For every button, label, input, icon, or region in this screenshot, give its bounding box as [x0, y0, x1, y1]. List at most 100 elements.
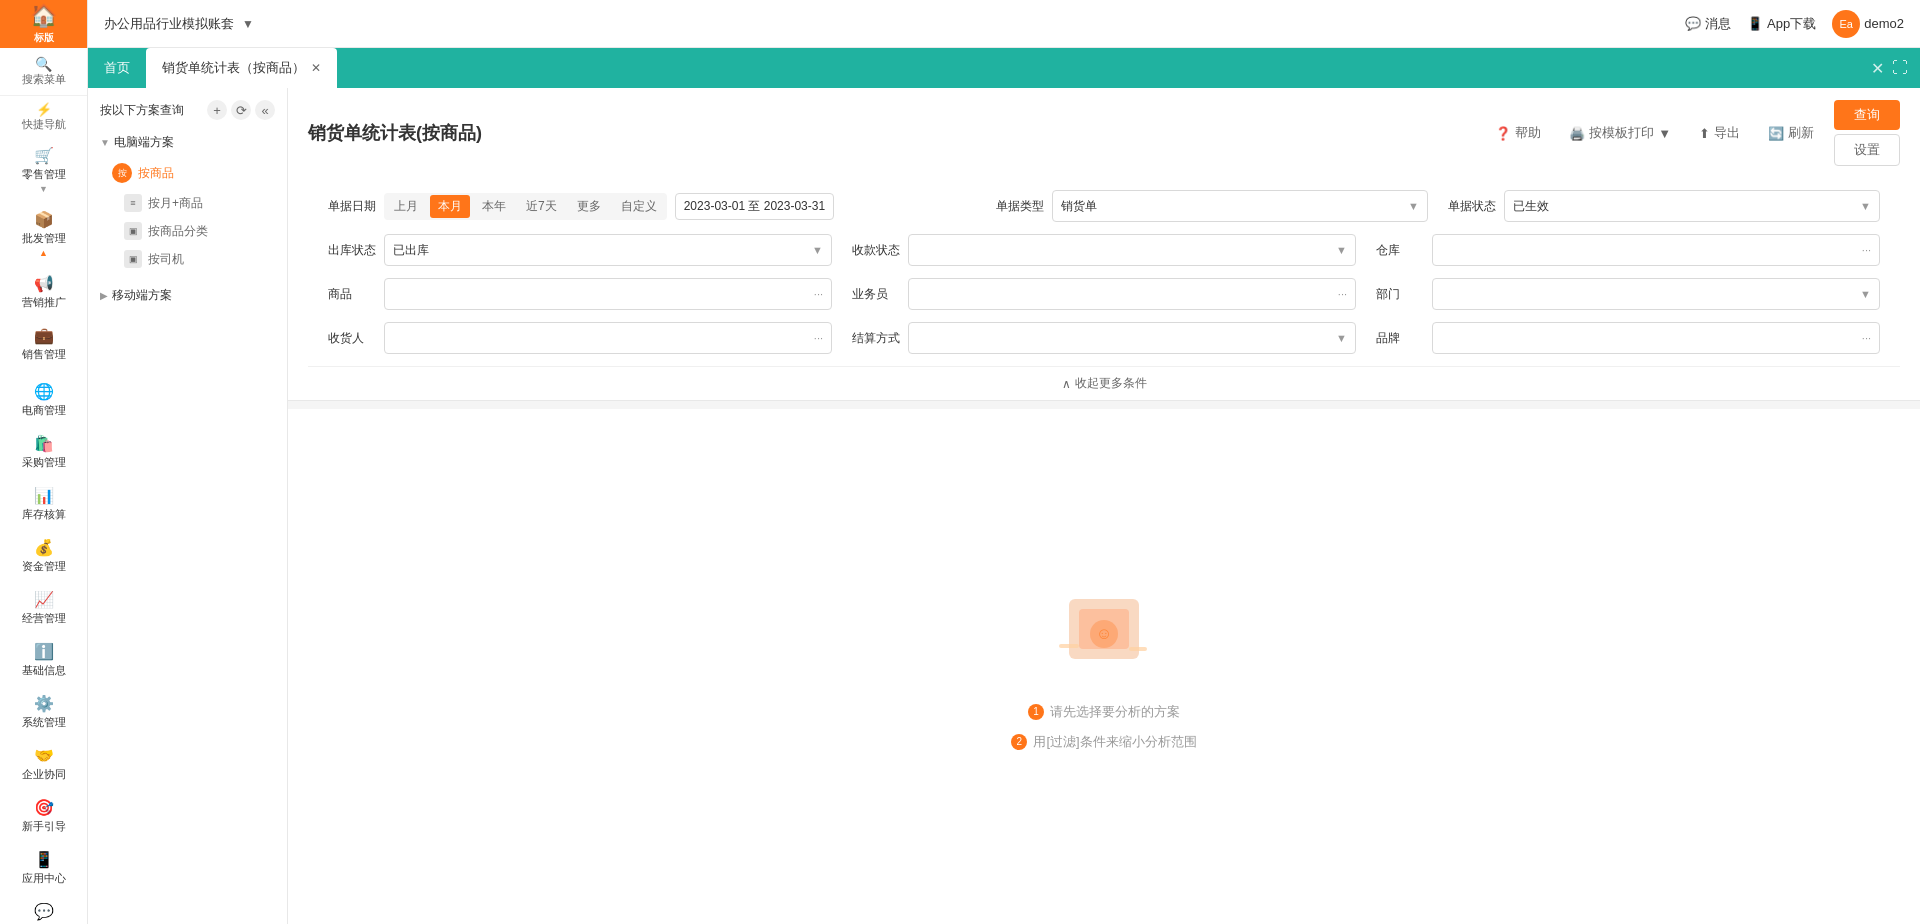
sidebar-item-appcenter[interactable]: 📱 应用中心 — [0, 842, 87, 894]
search-menu-item[interactable]: 🔍 搜索菜单 — [0, 48, 87, 96]
right-panel: 销货单统计表(按商品) ❓ 帮助 🖨️ 按模板打印 ▼ ⬆ — [288, 88, 1920, 924]
refresh-btn[interactable]: 🔄 刷新 — [1760, 120, 1822, 146]
collapse-conditions-btn[interactable]: ∧ 收起更多条件 — [1062, 375, 1147, 392]
sidebar-item-ecommerce[interactable]: 🌐 电商管理 — [0, 374, 87, 426]
filter-doc-status: 单据状态 已生效 ▼ — [1448, 190, 1880, 222]
appcenter-label: 应用中心 — [22, 871, 66, 886]
sidebar-item-marketing[interactable]: 📢 营销推广 — [0, 266, 87, 318]
minimize-icon[interactable]: ✕ — [1871, 59, 1884, 78]
sidebar-item-operations[interactable]: 📈 经营管理 — [0, 582, 87, 634]
maximize-icon[interactable]: ⛶ — [1892, 59, 1908, 77]
collapse-chevron-icon: ∧ — [1062, 377, 1071, 391]
date-range-input[interactable]: 2023-03-01 至 2023-03-31 — [675, 193, 834, 220]
home-tab-label: 首页 — [104, 59, 130, 77]
corpwechat-icon: 💬 — [34, 902, 54, 921]
sidebar-item-sales[interactable]: 💼 销售管理 — [0, 318, 87, 370]
settings-btn[interactable]: 设置 — [1834, 134, 1900, 166]
tree-item-by-goods-category[interactable]: ▣ 按商品分类 — [88, 217, 287, 245]
sidebar-item-finance[interactable]: 💰 资金管理 — [0, 530, 87, 582]
system-label: 系统管理 — [22, 715, 66, 730]
tree-item-by-cashier[interactable]: ▣ 按司机 — [88, 245, 287, 273]
help-label: 帮助 — [1515, 124, 1541, 142]
user-menu[interactable]: Ea demo2 — [1832, 10, 1904, 38]
recipient-select[interactable]: ··· — [384, 322, 832, 354]
tree-item-by-goods[interactable]: 按 按商品 — [88, 157, 287, 189]
sidebar-item-retail[interactable]: 🛒 零售管理 ▼ — [0, 138, 87, 202]
topbar-right: 💬 消息 📱 App下载 Ea demo2 — [1685, 10, 1904, 38]
sidebar-item-wholesale[interactable]: 📦 批发管理 ▲ — [0, 202, 87, 266]
export-icon: ⬆ — [1699, 126, 1710, 141]
department-select[interactable]: ▼ — [1432, 278, 1880, 310]
collapse-panel-btn[interactable]: « — [255, 100, 275, 120]
sidebar-item-corpwechat[interactable]: 💬 企业微信 — [0, 894, 87, 924]
empty-illustration: ☺ — [1044, 579, 1164, 683]
filter-department: 部门 ▼ — [1376, 278, 1880, 310]
sidebar-item-enterprise[interactable]: 🤝 企业协同 — [0, 738, 87, 790]
sidebar-item-system[interactable]: ⚙️ 系统管理 — [0, 686, 87, 738]
sidebar-item-purchase[interactable]: 🛍️ 采购管理 — [0, 426, 87, 478]
purchase-icon: 🛍️ — [34, 434, 54, 453]
tree-pc-section[interactable]: ▼ 电脑端方案 — [88, 128, 287, 157]
receipt-status-select[interactable]: ▼ — [908, 234, 1356, 266]
date-tab-more[interactable]: 更多 — [569, 195, 609, 218]
goods-select[interactable]: ··· — [384, 278, 832, 310]
export-btn[interactable]: ⬆ 导出 — [1691, 120, 1748, 146]
inventory-label: 库存核算 — [22, 507, 66, 522]
sidebar-item-newbie[interactable]: 🎯 新手引导 — [0, 790, 87, 842]
brand-select[interactable]: ··· — [1432, 322, 1880, 354]
sales-stats-tab-label: 销货单统计表（按商品） — [162, 59, 305, 77]
sales-label: 销售管理 — [22, 347, 66, 362]
message-btn[interactable]: 💬 消息 — [1685, 15, 1731, 33]
settlement-select[interactable]: ▼ — [908, 322, 1356, 354]
add-scheme-btn[interactable]: + — [207, 100, 227, 120]
tab-home[interactable]: 首页 — [88, 48, 146, 88]
date-tab-custom[interactable]: 自定义 — [613, 195, 665, 218]
wholesale-label: 批发管理 — [22, 231, 66, 246]
date-tab-7days[interactable]: 近7天 — [518, 195, 565, 218]
message-icon: 💬 — [1685, 16, 1701, 31]
brand-more-icon: ··· — [1862, 332, 1871, 344]
out-status-select[interactable]: 已出库 ▼ — [384, 234, 832, 266]
warehouse-select[interactable]: ··· — [1432, 234, 1880, 266]
industry-dropdown[interactable]: ▼ — [242, 17, 254, 31]
by-goods-icon: 按 — [112, 163, 132, 183]
empty-svg-icon: ☺ — [1044, 579, 1164, 679]
page-header-top: 销货单统计表(按商品) ❓ 帮助 🖨️ 按模板打印 ▼ ⬆ — [308, 100, 1900, 166]
date-label: 单据日期 — [328, 198, 376, 215]
goods-label: 商品 — [328, 286, 376, 303]
refresh-scheme-btn[interactable]: ⟳ — [231, 100, 251, 120]
operations-label: 经营管理 — [22, 611, 66, 626]
date-tab-thismonth[interactable]: 本月 — [430, 195, 470, 218]
template-print-btn[interactable]: 🖨️ 按模板打印 ▼ — [1561, 120, 1679, 146]
ecommerce-label: 电商管理 — [22, 403, 66, 418]
settlement-dropdown-icon: ▼ — [1336, 332, 1347, 344]
date-tab-thisyear[interactable]: 本年 — [474, 195, 514, 218]
doc-status-value: 已生效 — [1513, 198, 1549, 215]
out-status-dropdown-icon: ▼ — [812, 244, 823, 256]
doc-type-select[interactable]: 销货单 ▼ — [1052, 190, 1428, 222]
filter-warehouse: 仓库 ··· — [1376, 234, 1880, 266]
app-download-btn[interactable]: 📱 App下载 — [1747, 15, 1816, 33]
tree-item-by-goods-category-label: 按商品分类 — [148, 223, 208, 240]
date-tab-lastmonth[interactable]: 上月 — [386, 195, 426, 218]
doc-status-label: 单据状态 — [1448, 198, 1496, 215]
doc-status-select[interactable]: 已生效 ▼ — [1504, 190, 1880, 222]
sidebar-item-inventory[interactable]: 📊 库存核算 — [0, 478, 87, 530]
main-area: 办公用品行业模拟账套 ▼ 💬 消息 📱 App下载 Ea demo2 首页 — [88, 0, 1920, 924]
basic-label: 基础信息 — [22, 663, 66, 678]
tab-sales-stats[interactable]: 销货单统计表（按商品） ✕ — [146, 48, 337, 88]
salesperson-select[interactable]: ··· — [908, 278, 1356, 310]
tree-mobile-section[interactable]: ▶ 移动端方案 — [88, 281, 287, 310]
refresh-page-icon: 🔄 — [1768, 126, 1784, 141]
sidebar-item-basic[interactable]: ℹ️ 基础信息 — [0, 634, 87, 686]
sidebar: 🏠 标版 🔍 搜索菜单 ⚡ 快捷导航 🛒 零售管理 ▼ 📦 批发管理 ▲ 📢 营… — [0, 0, 88, 924]
doc-type-value: 销货单 — [1061, 198, 1097, 215]
receipt-status-dropdown-icon: ▼ — [1336, 244, 1347, 256]
tree-item-by-month-goods[interactable]: ≡ 按月+商品 — [88, 189, 287, 217]
help-btn[interactable]: ❓ 帮助 — [1487, 120, 1549, 146]
appcenter-icon: 📱 — [34, 850, 54, 869]
quick-nav-item[interactable]: ⚡ 快捷导航 — [0, 96, 87, 138]
query-btn[interactable]: 查询 — [1834, 100, 1900, 130]
tab-close-btn[interactable]: ✕ — [311, 61, 321, 75]
tree-section: ▼ 电脑端方案 按 按商品 ≡ 按月+商品 ▣ 按商品分类 — [88, 128, 287, 310]
